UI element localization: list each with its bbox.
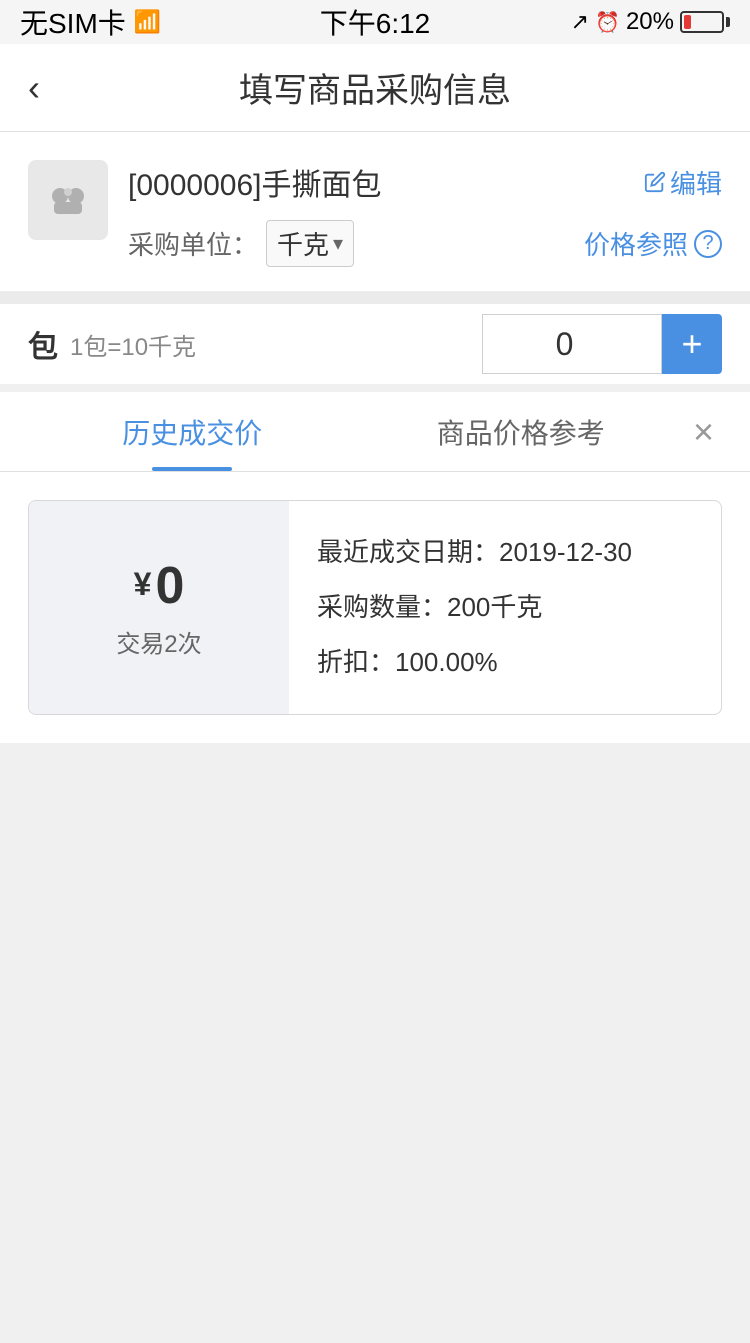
product-info: [0000006]手撕面包 编辑 采购单位： 千克 ▾ (128, 160, 722, 267)
bottom-area (0, 743, 750, 1343)
info-icon: ? (694, 230, 722, 258)
price-card: ¥ 0 交易2次 最近成交日期：2019-12-30 采购数量：200千克 折扣… (28, 500, 722, 715)
recent-date-row: 最近成交日期：2019-12-30 (317, 533, 693, 572)
battery-percent: 20% (626, 8, 674, 36)
tab-historical-label: 历史成交价 (122, 412, 262, 452)
product-thumbnail (28, 160, 108, 240)
tab-historical-price[interactable]: 历史成交价 (28, 392, 356, 471)
price-amount: ¥ 0 (134, 556, 185, 616)
product-unit-row: 采购单位： 千克 ▾ 价格参照 ? (128, 220, 722, 267)
page-title: 填写商品采购信息 (239, 63, 511, 112)
product-section: [0000006]手撕面包 编辑 采购单位： 千克 ▾ (0, 132, 750, 292)
section-divider (0, 292, 750, 304)
quantity-section: 包 1包=10千克 + (0, 304, 750, 384)
purchase-qty-value: 200千克 (447, 592, 542, 622)
status-indicators: ↗ ⏰ 20% (571, 8, 730, 36)
unit-label: 采购单位： (128, 225, 258, 262)
unit-select[interactable]: 千克 ▾ (266, 220, 354, 267)
battery-fill (684, 15, 691, 29)
recent-date-label: 最近成交日期： (317, 537, 499, 567)
purchase-qty-label: 采购数量： (317, 592, 447, 622)
quantity-label: 包 1包=10千克 (28, 322, 196, 366)
discount-label: 折扣： (317, 647, 395, 677)
quantity-input[interactable] (482, 314, 662, 374)
wifi-icon: 📶 (134, 9, 161, 35)
battery-body (680, 11, 724, 33)
currency-symbol: ¥ (134, 566, 152, 603)
product-title: 手撕面包 (261, 169, 381, 202)
product-id: [0000006] (128, 169, 261, 202)
quantity-conversion: 1包=10千克 (70, 327, 196, 362)
tab-close-button[interactable]: × (685, 411, 722, 453)
battery-icon (680, 11, 730, 33)
status-carrier: 无SIM卡 📶 (20, 2, 161, 42)
tab-price-reference[interactable]: 商品价格参考 (356, 392, 684, 471)
back-button[interactable]: ‹ (28, 67, 40, 109)
status-time: 下午6:12 (320, 2, 431, 42)
tab-price-ref-label: 商品价格参考 (437, 412, 605, 452)
status-bar: 无SIM卡 📶 下午6:12 ↗ ⏰ 20% (0, 0, 750, 44)
carrier-text: 无SIM卡 (20, 2, 126, 42)
quantity-input-group: + (482, 314, 722, 374)
product-row: [0000006]手撕面包 编辑 采购单位： 千克 ▾ (28, 160, 722, 267)
discount-value: 100.00% (395, 647, 498, 677)
nav-bar: ‹ 填写商品采购信息 (0, 44, 750, 132)
price-transactions: 交易2次 (116, 624, 201, 659)
quantity-unit: 包 (28, 322, 58, 366)
price-value: 0 (155, 556, 184, 616)
price-card-right: 最近成交日期：2019-12-30 采购数量：200千克 折扣：100.00% (289, 501, 721, 714)
discount-row: 折扣：100.00% (317, 643, 693, 682)
product-top: [0000006]手撕面包 编辑 (128, 160, 722, 204)
price-card-left: ¥ 0 交易2次 (29, 501, 289, 714)
battery-tip (726, 17, 730, 27)
unit-value: 千克 (277, 225, 329, 262)
alarm-icon: ⏰ (595, 10, 620, 35)
purchase-qty-row: 采购数量：200千克 (317, 588, 693, 627)
price-ref-label: 价格参照 (584, 225, 688, 262)
edit-button[interactable]: 编辑 (644, 164, 722, 201)
edit-label: 编辑 (670, 164, 722, 201)
price-cards: ¥ 0 交易2次 最近成交日期：2019-12-30 采购数量：200千克 折扣… (0, 472, 750, 743)
price-reference-button[interactable]: 价格参照 ? (584, 225, 722, 262)
quantity-plus-button[interactable]: + (662, 314, 722, 374)
location-icon: ↗ (571, 9, 589, 35)
chevron-down-icon: ▾ (333, 231, 343, 256)
recent-date-value: 2019-12-30 (499, 537, 632, 567)
tab-active-indicator (152, 467, 232, 471)
tabs-section: 历史成交价 商品价格参考 × ¥ 0 交易2次 最近成交日期：2019-12-3… (0, 392, 750, 743)
tabs-header: 历史成交价 商品价格参考 × (0, 392, 750, 472)
product-name: [0000006]手撕面包 (128, 160, 381, 204)
